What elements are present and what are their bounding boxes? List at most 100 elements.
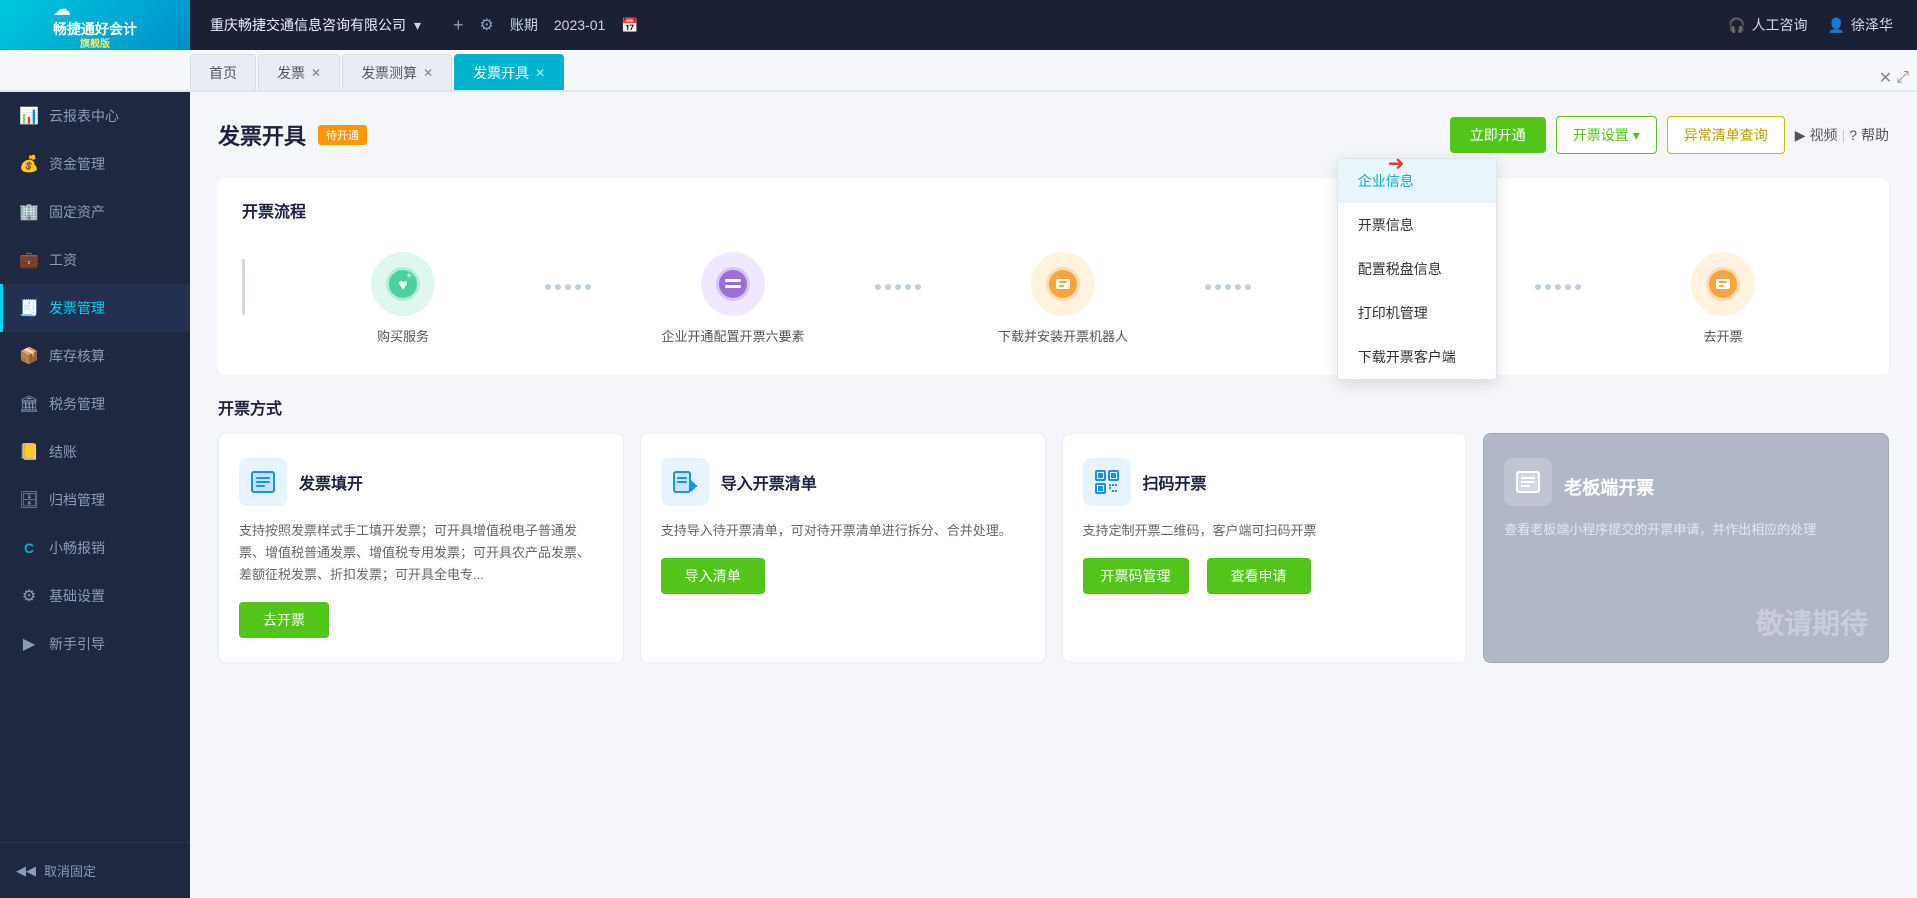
sidebar-item-payroll[interactable]: 💼 工资 xyxy=(0,236,190,284)
import-list-header: 导入开票清单 xyxy=(661,458,1025,506)
dropdown-item-download-client[interactable]: 下载开票客户端 xyxy=(1338,335,1496,379)
tab-bar-controls: ✕ ⤢ xyxy=(1879,68,1917,90)
invoice-code-mgmt-btn[interactable]: 开票码管理 xyxy=(1083,558,1189,594)
tab-invoice[interactable]: 发票 ✕ xyxy=(258,54,340,90)
sidebar-item-new-guide[interactable]: ▶ 新手引导 xyxy=(0,620,190,668)
fill-invoice-desc: 支持按照发票样式手工填开发票；可开具增值税电子普通发票、增值税普通发票、增值税专… xyxy=(239,520,603,586)
sidebar-item-tax[interactable]: 🏛 税务管理 xyxy=(0,380,190,428)
inventory-icon: 📦 xyxy=(19,346,39,366)
method-cards: 发票填开 支持按照发票样式手工填开发票；可开具增值税电子普通发票、增值税普通发票… xyxy=(218,433,1889,663)
consult-label: 人工咨询 xyxy=(1752,15,1808,35)
sidebar-item-funds[interactable]: 💰 资金管理 xyxy=(0,140,190,188)
red-pointer-arrow: ➜ xyxy=(1388,151,1405,176)
dropdown-item-invoice-info[interactable]: 开票信息 xyxy=(1338,203,1496,247)
settings-icon[interactable]: ⚙ xyxy=(480,15,494,35)
scan-invoice-desc: 支持定制开票二维码，客户端可扫码开票 xyxy=(1083,520,1447,542)
new-guide-icon: ▶ xyxy=(19,634,39,654)
tab-expand-icon[interactable]: ⤢ xyxy=(1896,69,1909,87)
sidebar-item-archive[interactable]: 🗄 归档管理 xyxy=(0,476,190,524)
flow-section-title: 开票流程 xyxy=(242,198,1865,222)
tab-home[interactable]: 首页 xyxy=(190,54,256,90)
import-list-btn[interactable]: 导入清单 xyxy=(661,558,765,594)
help-label: 帮助 xyxy=(1861,125,1889,145)
fill-invoice-btn[interactable]: 去开票 xyxy=(239,602,329,638)
consult-area[interactable]: 🎧 人工咨询 xyxy=(1728,15,1807,35)
boss-invoice-desc: 查看老板端小程序提交的开票申请，并作出相应的处理 xyxy=(1504,520,1868,541)
flow-step-5: 去开票 xyxy=(1581,252,1865,345)
user-area[interactable]: 👤 徐泽华 xyxy=(1828,15,1893,35)
boss-invoice-icon xyxy=(1504,458,1552,506)
tab-invoice-close[interactable]: ✕ xyxy=(311,66,321,80)
settings-dropdown-menu: ➜ 企业信息 开票信息 配置税盘信息 打印机管理 xyxy=(1337,158,1497,380)
sidebar-new-guide-label: 新手引导 xyxy=(49,634,105,654)
add-icon[interactable]: + xyxy=(453,15,464,36)
dropdown-item-company-info[interactable]: 企业信息 xyxy=(1338,159,1496,203)
sidebar-inventory-label: 库存核算 xyxy=(49,346,105,366)
sidebar-item-report-sales[interactable]: C 小畅报销 xyxy=(0,524,190,572)
scan-invoice-header: 扫码开票 xyxy=(1083,458,1447,506)
page-header: 发票开具 待开通 立即开通 开票设置 ▾ ➜ 企 xyxy=(218,116,1889,154)
invoice-settings-button[interactable]: 开票设置 ▾ xyxy=(1556,116,1657,154)
funds-icon: 💰 xyxy=(19,154,39,174)
tab-invoice-open[interactable]: 发票开具 ✕ xyxy=(454,54,564,90)
invoice-settings-dropdown-arrow: ▾ xyxy=(1633,127,1640,144)
sidebar-item-fixed-assets[interactable]: 🏢 固定资产 xyxy=(0,188,190,236)
dropdown-item-printer[interactable]: 打印机管理 xyxy=(1338,291,1496,335)
scan-invoice-btns: 开票码管理 查看申请 xyxy=(1083,558,1447,594)
flow-connector-3 xyxy=(1205,284,1251,314)
status-badge: 待开通 xyxy=(318,125,367,145)
sidebar-bottom: ◀◀ 取消固定 xyxy=(0,842,190,898)
sidebar-item-cloud-report[interactable]: 📊 云报表中心 xyxy=(0,92,190,140)
view-application-btn[interactable]: 查看申请 xyxy=(1207,558,1311,594)
flow-connector-4 xyxy=(1535,284,1581,314)
header-actions: 立即开通 开票设置 ▾ ➜ 企业信息 xyxy=(1450,116,1889,154)
sidebar-item-inventory[interactable]: 📦 库存核算 xyxy=(0,332,190,380)
top-bar-actions: + ⚙ 账期 2023-01 📅 xyxy=(441,15,651,36)
flow-connector-1 xyxy=(545,284,591,314)
exception-query-button[interactable]: 异常清单查询 xyxy=(1667,116,1785,154)
basic-settings-icon: ⚙ xyxy=(19,586,39,606)
invoice-icon: 🧾 xyxy=(19,298,39,318)
sidebar-tax-label: 税务管理 xyxy=(49,394,105,414)
tab-invoice-calc-close[interactable]: ✕ xyxy=(423,66,433,80)
boss-invoice-watermark: 敬请期待 xyxy=(1756,602,1868,642)
import-list-title: 导入开票清单 xyxy=(721,470,817,494)
sidebar-item-basic-settings[interactable]: ⚙ 基础设置 xyxy=(0,572,190,620)
scan-invoice-icon xyxy=(1083,458,1131,506)
video-help-button[interactable]: ▶ 视频 | ? 帮助 xyxy=(1795,125,1889,145)
flow-step-3: 下载并安装开票机器人 xyxy=(921,252,1205,345)
sidebar-cloud-report-label: 云报表中心 xyxy=(49,106,119,126)
sidebar-invoice-label: 发票管理 xyxy=(49,298,105,318)
page-title-row: 发票开具 待开通 xyxy=(218,119,367,151)
import-list-desc: 支持导入待开票清单，可对待开票清单进行拆分、合并处理。 xyxy=(661,520,1025,542)
period-value: 2023-01 xyxy=(554,17,605,33)
archive-icon: 🗄 xyxy=(19,490,39,510)
company-selector[interactable]: 重庆畅捷交通信息咨询有限公司 ▾ xyxy=(190,15,441,35)
calendar-icon[interactable]: 📅 xyxy=(621,17,638,34)
tab-close-all-icon[interactable]: ✕ xyxy=(1879,68,1892,88)
sidebar-item-accounting[interactable]: 📒 结账 xyxy=(0,428,190,476)
sidebar-archive-label: 归档管理 xyxy=(49,490,105,510)
fixed-assets-icon: 🏢 xyxy=(19,202,39,222)
invoice-settings-wrapper: 开票设置 ▾ ➜ 企业信息 开票信息 xyxy=(1556,116,1657,154)
logo-cloud-icon: ☁ xyxy=(53,0,71,19)
sidebar-funds-label: 资金管理 xyxy=(49,154,105,174)
flow-section: 开票流程 ♥ + 购买服务 xyxy=(218,178,1889,375)
open-now-button[interactable]: 立即开通 xyxy=(1450,117,1546,153)
tab-home-label: 首页 xyxy=(209,63,237,83)
flow-step-1: ♥ + 购买服务 xyxy=(261,252,545,345)
tab-invoice-calc-label: 发票测算 xyxy=(361,63,417,83)
tab-invoice-calc[interactable]: 发票测算 ✕ xyxy=(342,54,452,90)
invoice-settings-label: 开票设置 xyxy=(1573,125,1629,145)
sidebar-cancel-fixed[interactable]: ◀◀ 取消固定 xyxy=(0,851,190,890)
tab-invoice-open-close[interactable]: ✕ xyxy=(535,66,545,80)
method-card-fill-invoice: 发票填开 支持按照发票样式手工填开发票；可开具增值税电子普通发票、增值税普通发票… xyxy=(218,433,624,663)
method-card-import-list: 导入开票清单 支持导入待开票清单，可对待开票清单进行拆分、合并处理。 导入清单 xyxy=(640,433,1046,663)
flow-steps: ♥ + 购买服务 xyxy=(242,242,1865,355)
top-bar: ☁ 畅捷通好会计 旗舰版 重庆畅捷交通信息咨询有限公司 ▾ + ⚙ 账期 202… xyxy=(0,0,1917,50)
separator: | xyxy=(1842,127,1846,143)
logo-area[interactable]: ☁ 畅捷通好会计 旗舰版 xyxy=(0,0,190,50)
sidebar-accounting-label: 结账 xyxy=(49,442,77,462)
sidebar-item-invoice[interactable]: 🧾 发票管理 xyxy=(0,284,190,332)
dropdown-item-tax-disk[interactable]: 配置税盘信息 xyxy=(1338,247,1496,291)
